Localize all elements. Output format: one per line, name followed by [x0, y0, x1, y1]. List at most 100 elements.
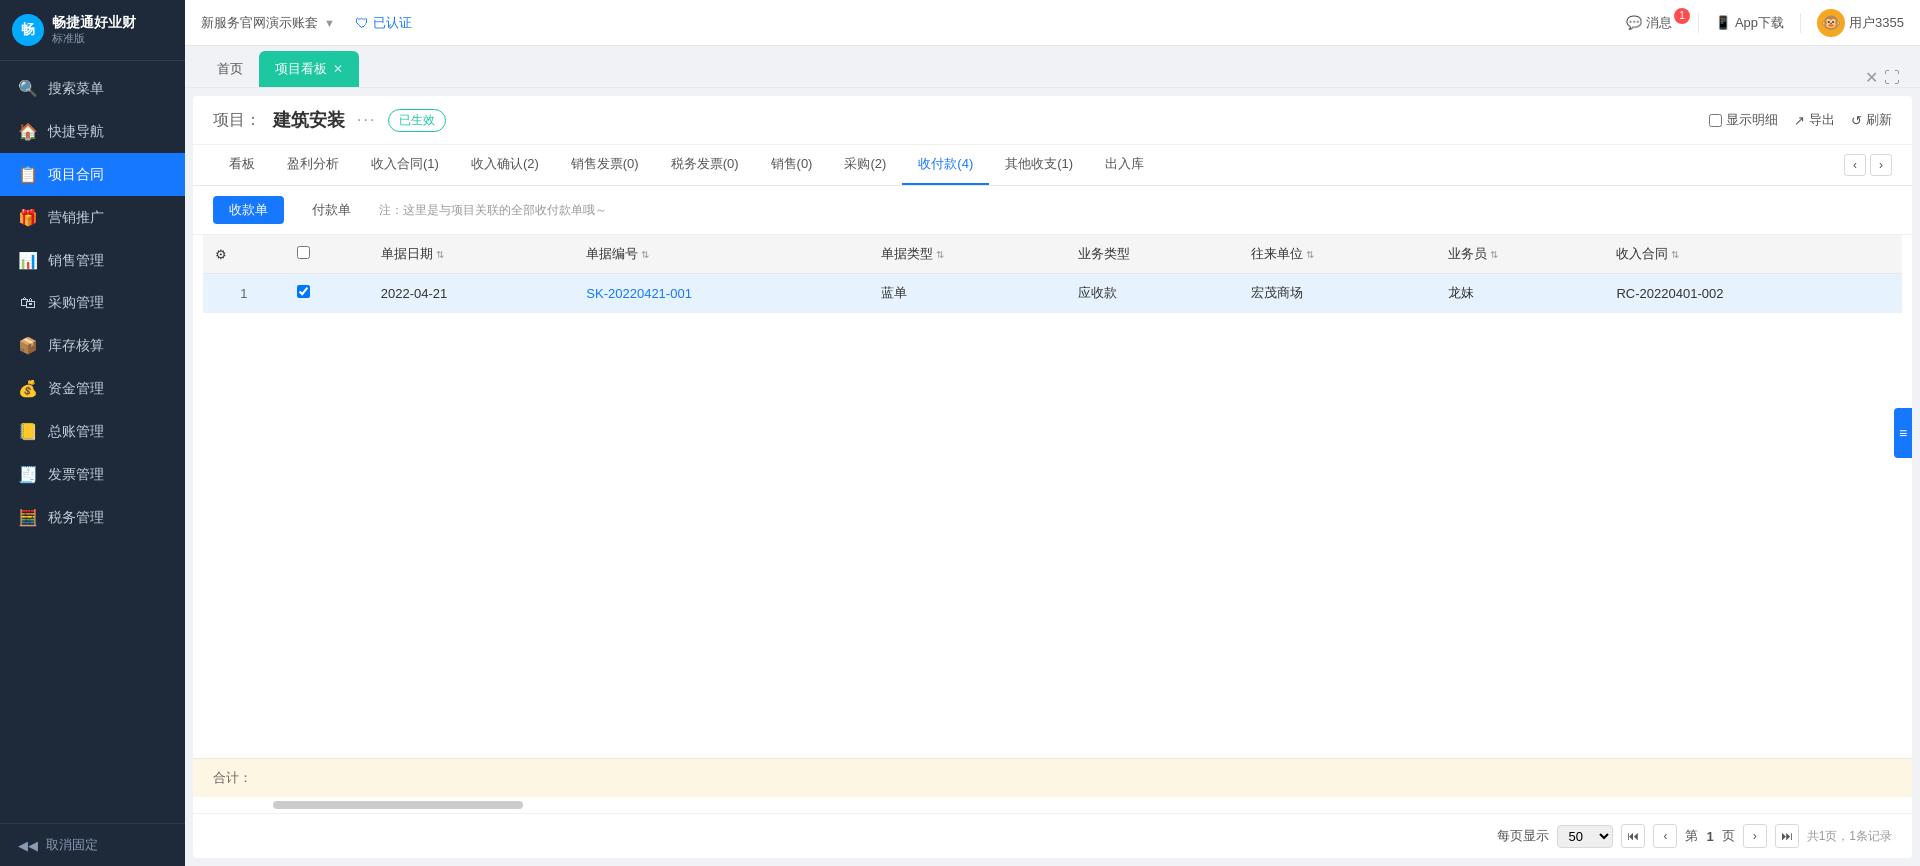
- col-header-biz_type: 业务类型: [1066, 235, 1239, 274]
- sub-tab-receive-pay[interactable]: 收付款(4): [902, 145, 989, 185]
- tab-home[interactable]: 首页: [201, 51, 259, 87]
- row-salesman-0: 龙妹: [1436, 274, 1604, 313]
- sub-tab-tax-invoice[interactable]: 税务发票(0): [655, 145, 755, 185]
- tab-project-board[interactable]: 项目看板 ✕: [259, 51, 359, 87]
- inner-note: 注：这里是与项目关联的全部收付款单哦～: [379, 202, 607, 219]
- table-row[interactable]: 1 2022-04-21 SK-20220421-001 蓝单 应收款 宏茂商场…: [203, 274, 1902, 313]
- maximize-window-icon[interactable]: ⛶: [1884, 69, 1900, 87]
- records-table: ⚙ 单据日期⇅单据编号⇅单据类型⇅业务类型往来单位⇅业务员⇅收入合同⇅ 1 202…: [203, 235, 1902, 313]
- sidebar-item-purchase[interactable]: 🛍 采购管理: [0, 282, 185, 324]
- sidebar-item-inventory[interactable]: 📦 库存核算: [0, 324, 185, 367]
- close-tab-icon[interactable]: ✕: [333, 62, 343, 76]
- inner-tab-payment[interactable]: 付款单: [296, 196, 367, 224]
- col-header-income_contract[interactable]: 收入合同⇅: [1604, 235, 1902, 274]
- app-download-button[interactable]: 📱 App下载: [1715, 14, 1784, 32]
- sidebar-icon-quicknav: 🏠: [18, 122, 38, 141]
- close-window-icon[interactable]: ✕: [1865, 68, 1878, 87]
- next-page-button[interactable]: ›: [1743, 824, 1767, 848]
- sidebar-item-sales[interactable]: 📊 销售管理: [0, 239, 185, 282]
- export-icon: ↗: [1794, 113, 1805, 128]
- main-area: 新服务官网演示账套 ▼ 🛡 已认证 💬 消息 1 📱 App下载 🐵 用户335…: [185, 0, 1920, 866]
- sub-tab-next-btn[interactable]: ›: [1870, 154, 1892, 176]
- account-selector[interactable]: 新服务官网演示账套 ▼: [201, 14, 335, 32]
- project-actions: 显示明细 ↗ 导出 ↺ 刷新: [1709, 111, 1892, 129]
- last-page-button[interactable]: ⏭: [1775, 824, 1799, 848]
- page-size-select[interactable]: 50 100 200: [1557, 825, 1613, 848]
- row-checkbox-0[interactable]: [285, 274, 369, 313]
- page-size-label: 每页显示: [1497, 827, 1549, 845]
- row-num-0: 1: [203, 274, 285, 313]
- export-button[interactable]: ↗ 导出: [1794, 111, 1835, 129]
- tab-project-board-label: 项目看板: [275, 60, 327, 78]
- col-header-salesman[interactable]: 业务员⇅: [1436, 235, 1604, 274]
- first-page-button[interactable]: ⏮: [1621, 824, 1645, 848]
- sub-tab-sales[interactable]: 销售(0): [755, 145, 829, 185]
- row-type-0: 蓝单: [869, 274, 1067, 313]
- fake-scrollbar[interactable]: [273, 801, 523, 809]
- row-number-0[interactable]: SK-20220421-001: [574, 274, 868, 313]
- sidebar-item-ledger[interactable]: 📒 总账管理: [0, 410, 185, 453]
- show-detail-input[interactable]: [1709, 114, 1722, 127]
- tab-home-label: 首页: [217, 60, 243, 78]
- sub-tab-nav: ‹ ›: [1844, 154, 1892, 176]
- sidebar-item-search[interactable]: 🔍 搜索菜单: [0, 67, 185, 110]
- sub-tab-profit[interactable]: 盈利分析: [271, 145, 355, 185]
- user-button[interactable]: 🐵 用户3355: [1817, 9, 1904, 37]
- total-row: 合计：: [193, 758, 1912, 797]
- col-header-type[interactable]: 单据类型⇅: [869, 235, 1067, 274]
- tab-bar: 首页 项目看板 ✕ ✕ ⛶: [185, 46, 1920, 88]
- show-detail-checkbox[interactable]: 显示明细: [1709, 111, 1778, 129]
- content-panel: 项目： 建筑安装 ··· 已生效 显示明细 ↗ 导出 ↺ 刷新: [193, 96, 1912, 858]
- select-all-checkbox[interactable]: [297, 246, 310, 259]
- sidebar-item-capital[interactable]: 💰 资金管理: [0, 367, 185, 410]
- sidebar-item-marketing[interactable]: 🎁 营销推广: [0, 196, 185, 239]
- sub-tab-bar: 看板盈利分析收入合同(1)收入确认(2)销售发票(0)税务发票(0)销售(0)采…: [193, 145, 1912, 186]
- sub-tab-other-expense[interactable]: 其他收支(1): [989, 145, 1089, 185]
- sidebar-icon-search: 🔍: [18, 79, 38, 98]
- side-panel-toggle[interactable]: ≡: [1894, 408, 1912, 458]
- app-logo: 畅: [12, 14, 44, 46]
- col-header-partner[interactable]: 往来单位⇅: [1239, 235, 1437, 274]
- prev-page-button[interactable]: ‹: [1653, 824, 1677, 848]
- sidebar-item-contract[interactable]: 📋 项目合同: [0, 153, 185, 196]
- col-header-gear: ⚙: [203, 235, 285, 274]
- sidebar-label-tax: 税务管理: [48, 509, 104, 527]
- project-name: 建筑安装: [273, 108, 345, 132]
- sidebar: 畅 畅捷通好业财 标准版 🔍 搜索菜单🏠 快捷导航📋 项目合同🎁 营销推广📊 销…: [0, 0, 185, 866]
- message-button[interactable]: 💬 消息 1: [1626, 14, 1682, 32]
- avatar: 🐵: [1817, 9, 1845, 37]
- sidebar-item-invoice[interactable]: 🧾 发票管理: [0, 453, 185, 496]
- sidebar-item-quicknav[interactable]: 🏠 快捷导航: [0, 110, 185, 153]
- page-suffix: 页: [1722, 827, 1735, 845]
- sidebar-icon-invoice: 🧾: [18, 465, 38, 484]
- row-income-contract-0: RC-20220401-002: [1604, 274, 1902, 313]
- sidebar-icon-contract: 📋: [18, 165, 38, 184]
- project-status-badge: 已生效: [388, 109, 446, 132]
- col-header-number[interactable]: 单据编号⇅: [574, 235, 868, 274]
- total-info: 共1页，1条记录: [1807, 828, 1892, 845]
- sub-tab-inout[interactable]: 出入库: [1089, 145, 1160, 185]
- project-menu-dots[interactable]: ···: [357, 111, 376, 129]
- sub-tab-purchase[interactable]: 采购(2): [828, 145, 902, 185]
- scrollbar-row: [193, 797, 1912, 813]
- sub-tab-income-contract[interactable]: 收入合同(1): [355, 145, 455, 185]
- sub-tab-sales-invoice[interactable]: 销售发票(0): [555, 145, 655, 185]
- sidebar-icon-tax: 🧮: [18, 508, 38, 527]
- sort-icon-number: ⇅: [641, 249, 649, 260]
- sidebar-item-tax[interactable]: 🧮 税务管理: [0, 496, 185, 539]
- sidebar-footer[interactable]: ◀◀ 取消固定: [0, 823, 185, 866]
- sub-tab-kanban[interactable]: 看板: [213, 145, 271, 185]
- row-number-link-0[interactable]: SK-20220421-001: [586, 286, 692, 301]
- row-partner-0: 宏茂商场: [1239, 274, 1437, 313]
- app-name: 畅捷通好业财: [52, 14, 136, 31]
- sub-tab-prev-btn[interactable]: ‹: [1844, 154, 1866, 176]
- col-header-date[interactable]: 单据日期⇅: [369, 235, 575, 274]
- gear-settings-icon[interactable]: ⚙: [215, 247, 227, 262]
- sidebar-label-invoice: 发票管理: [48, 466, 104, 484]
- inner-tab-receipt[interactable]: 收款单: [213, 196, 284, 224]
- message-badge: 1: [1674, 8, 1690, 24]
- sidebar-nav: 🔍 搜索菜单🏠 快捷导航📋 项目合同🎁 营销推广📊 销售管理🛍 采购管理📦 库存…: [0, 61, 185, 823]
- message-label: 消息: [1646, 14, 1672, 32]
- refresh-button[interactable]: ↺ 刷新: [1851, 111, 1892, 129]
- sub-tab-income-confirm[interactable]: 收入确认(2): [455, 145, 555, 185]
